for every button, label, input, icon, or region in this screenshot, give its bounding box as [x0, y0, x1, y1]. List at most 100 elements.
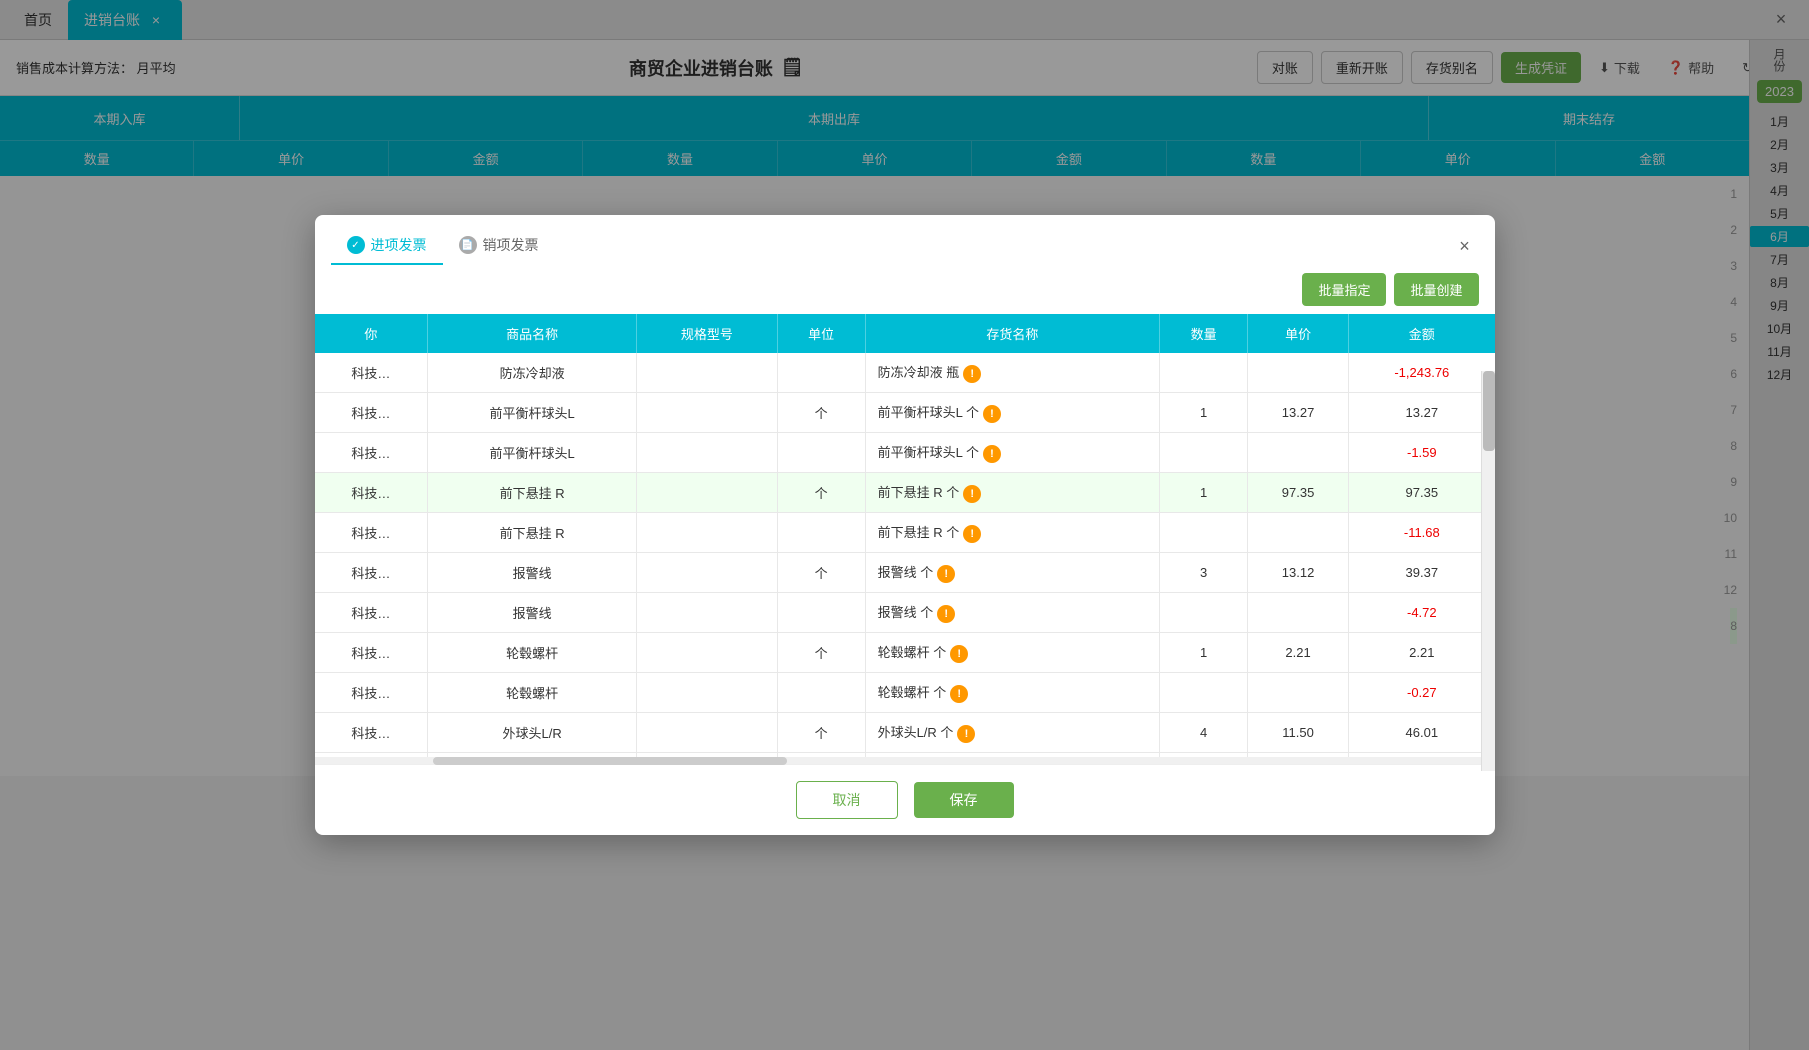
table-cell: 2.21 — [1248, 633, 1349, 673]
table-cell — [1248, 593, 1349, 633]
table-cell: 外球头L/R — [428, 713, 637, 753]
table-cell — [1248, 513, 1349, 553]
table-cell: -1,243.76 — [1349, 353, 1495, 393]
outgoing-invoice-icon: 📄 — [459, 236, 477, 254]
warning-icon: ! — [963, 365, 981, 383]
modal-footer: 取消 保存 — [315, 764, 1495, 835]
table-cell: 46.01 — [1349, 713, 1495, 753]
modal-close-button[interactable]: × — [1451, 232, 1479, 260]
warning-icon: ! — [983, 405, 1001, 423]
col-header-unit-price: 单价 — [1248, 314, 1349, 353]
table-cell — [636, 393, 777, 433]
table-cell: 轮毂螺杆 — [428, 633, 637, 673]
table-cell: 1 — [1160, 473, 1248, 513]
invoice-table: 你 商品名称 规格型号 单位 存货名称 数量 单价 金额 科技…防冻冷却液防冻冷… — [315, 314, 1495, 757]
table-row[interactable]: 科技…外球头L/R 个外球头L/R 个!411.5046.01 — [315, 713, 1495, 753]
table-cell: 科技… — [315, 353, 428, 393]
table-cell — [1160, 673, 1248, 713]
table-cell — [636, 473, 777, 513]
table-cell: 1 — [1160, 633, 1248, 673]
warning-icon: ! — [957, 725, 975, 743]
table-cell: 前下悬挂 R — [428, 473, 637, 513]
table-cell — [636, 553, 777, 593]
incoming-invoice-icon: ✓ — [347, 236, 365, 254]
save-button[interactable]: 保存 — [914, 782, 1014, 818]
modal-action-toolbar: 批量指定 批量创建 — [315, 265, 1495, 314]
table-cell: 防冻冷却液 — [428, 353, 637, 393]
warning-icon: ! — [950, 645, 968, 663]
table-cell — [636, 433, 777, 473]
table-cell: 3 — [1160, 553, 1248, 593]
table-cell: 4 — [1160, 713, 1248, 753]
table-row[interactable]: 科技…轮毂螺杆轮毂螺杆 个!-0.27 — [315, 673, 1495, 713]
table-cell — [1160, 593, 1248, 633]
table-cell: 外球头L/R 个! — [865, 713, 1160, 753]
table-cell: 报警线 个! — [865, 553, 1160, 593]
table-row[interactable]: 科技…报警线个报警线 个!313.1239.37 — [315, 553, 1495, 593]
table-cell: 13.12 — [1248, 553, 1349, 593]
table-cell — [777, 353, 865, 393]
warning-icon: ! — [983, 445, 1001, 463]
table-cell — [636, 713, 777, 753]
tab-outgoing-invoice[interactable]: 📄 销项发票 — [443, 227, 555, 265]
table-cell: 个 — [777, 553, 865, 593]
col-header-spec: 规格型号 — [636, 314, 777, 353]
cancel-button[interactable]: 取消 — [796, 781, 898, 819]
table-row[interactable]: 科技…前平衡杆球头L前平衡杆球头L 个!-1.59 — [315, 433, 1495, 473]
table-cell: 前平衡杆球头L 个! — [865, 393, 1160, 433]
table-row[interactable]: 科技…前下悬挂 R个前下悬挂 R 个!197.3597.35 — [315, 473, 1495, 513]
col-header-supplier: 你 — [315, 314, 428, 353]
table-row[interactable]: 科技…防冻冷却液 防冻冷却液 瓶! -1,243.76 — [315, 353, 1495, 393]
table-cell: 个 — [777, 713, 865, 753]
batch-create-button[interactable]: 批量创建 — [1394, 273, 1478, 306]
horizontal-scrollbar[interactable] — [315, 757, 1495, 764]
table-cell: 97.35 — [1349, 473, 1495, 513]
table-cell: 个 — [777, 473, 865, 513]
table-cell: 13.27 — [1248, 393, 1349, 433]
table-cell — [1248, 433, 1349, 473]
table-cell: 科技… — [315, 553, 428, 593]
tab-outgoing-label: 销项发票 — [483, 235, 539, 255]
table-cell: 前平衡杆球头L — [428, 433, 637, 473]
table-cell: 39.37 — [1349, 553, 1495, 593]
modal-overlay: ✓ 进项发票 📄 销项发票 × 批量指定 批量创建 你 — [0, 0, 1809, 1050]
table-cell: 科技… — [315, 393, 428, 433]
tab-incoming-invoice[interactable]: ✓ 进项发票 — [331, 227, 443, 265]
table-row[interactable]: 科技…前平衡杆球头L个前平衡杆球头L 个!113.2713.27 — [315, 393, 1495, 433]
table-cell — [636, 353, 777, 393]
batch-assign-button[interactable]: 批量指定 — [1302, 273, 1386, 306]
table-cell — [777, 513, 865, 553]
table-row[interactable]: 科技…报警线报警线 个!-4.72 — [315, 593, 1495, 633]
table-cell — [1248, 353, 1349, 393]
table-row[interactable]: 科技…前下悬挂 R前下悬挂 R 个!-11.68 — [315, 513, 1495, 553]
col-header-inventory-name: 存货名称 — [865, 314, 1160, 353]
table-cell: 11.50 — [1248, 713, 1349, 753]
vertical-scrollbar[interactable] — [1481, 371, 1495, 771]
table-cell: -0.27 — [1349, 673, 1495, 713]
table-cell: 前下悬挂 R — [428, 513, 637, 553]
table-cell: 防冻冷却液 瓶! — [865, 353, 1160, 393]
table-cell: -1.59 — [1349, 433, 1495, 473]
invoice-modal: ✓ 进项发票 📄 销项发票 × 批量指定 批量创建 你 — [315, 215, 1495, 835]
table-cell: 科技… — [315, 713, 428, 753]
table-cell: 前平衡杆球头L — [428, 393, 637, 433]
warning-icon: ! — [963, 525, 981, 543]
table-row[interactable]: 科技…轮毂螺杆个轮毂螺杆 个!12.212.21 — [315, 633, 1495, 673]
table-cell — [1248, 673, 1349, 713]
table-cell: 前下悬挂 R 个! — [865, 473, 1160, 513]
table-cell: 科技… — [315, 473, 428, 513]
scrollbar-thumb — [433, 757, 787, 765]
table-cell: 轮毂螺杆 — [428, 673, 637, 713]
table-cell — [777, 673, 865, 713]
table-cell: 个 — [777, 393, 865, 433]
col-header-amount: 金额 — [1349, 314, 1495, 353]
table-cell: 科技… — [315, 633, 428, 673]
table-cell — [636, 513, 777, 553]
modal-tab-bar: ✓ 进项发票 📄 销项发票 × — [315, 215, 1495, 265]
invoice-table-container[interactable]: 你 商品名称 规格型号 单位 存货名称 数量 单价 金额 科技…防冻冷却液防冻冷… — [315, 314, 1495, 757]
table-cell: -4.72 — [1349, 593, 1495, 633]
table-cell — [1160, 513, 1248, 553]
warning-icon: ! — [937, 565, 955, 583]
tab-incoming-label: 进项发票 — [371, 235, 427, 255]
table-cell — [636, 633, 777, 673]
